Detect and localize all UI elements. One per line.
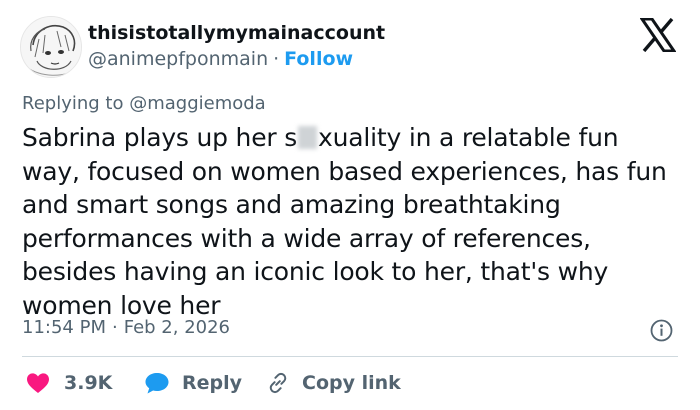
- like-count: 3.9K: [64, 372, 113, 394]
- tweet-card: thisistotallymymainaccount @animepfponma…: [0, 0, 700, 410]
- tweet-body: Sabrina plays up her s xuality in a relat…: [22, 121, 682, 322]
- chat-bubble-icon: [145, 373, 169, 394]
- divider: [22, 356, 678, 357]
- handle-separator: ·: [273, 48, 280, 70]
- censor-blur: [298, 126, 318, 149]
- tweet-timestamp[interactable]: 11:54 PM · Feb 2, 2026: [22, 317, 230, 338]
- like-button[interactable]: 3.9K: [26, 369, 112, 397]
- info-icon[interactable]: [650, 319, 673, 342]
- tweet-date: Feb 2, 2026: [123, 317, 231, 338]
- copy-link-label: Copy link: [302, 372, 401, 394]
- author-handle-row: @animepfponmain · Follow: [88, 48, 353, 70]
- tweet-time: 11:54 PM: [22, 317, 106, 338]
- x-logo-icon[interactable]: [639, 17, 677, 53]
- tweet-body-text-start: Sabrina plays up her s: [22, 123, 298, 152]
- link-icon: [269, 372, 287, 394]
- heart-icon: [27, 373, 49, 393]
- timestamp-separator: ·: [111, 317, 118, 338]
- author-display-name[interactable]: thisistotallymymainaccount: [88, 22, 385, 44]
- reply-button[interactable]: Reply: [144, 369, 242, 397]
- replying-to-line: Replying to @maggiemoda: [22, 93, 266, 114]
- author-handle[interactable]: @animepfponmain: [88, 48, 268, 70]
- replying-to-label: Replying to: [22, 93, 124, 114]
- reply-mention-link[interactable]: @maggiemoda: [129, 93, 266, 114]
- action-bar: 3.9K Reply Copy link: [22, 369, 682, 397]
- avatar-sketch-image: [21, 17, 81, 77]
- copy-link-button[interactable]: Copy link: [266, 369, 401, 397]
- avatar[interactable]: [20, 16, 82, 78]
- reply-label: Reply: [182, 372, 243, 394]
- tweet-body-text-end: xuality in a relatable fun way, focused …: [22, 123, 667, 320]
- follow-button[interactable]: Follow: [284, 48, 353, 70]
